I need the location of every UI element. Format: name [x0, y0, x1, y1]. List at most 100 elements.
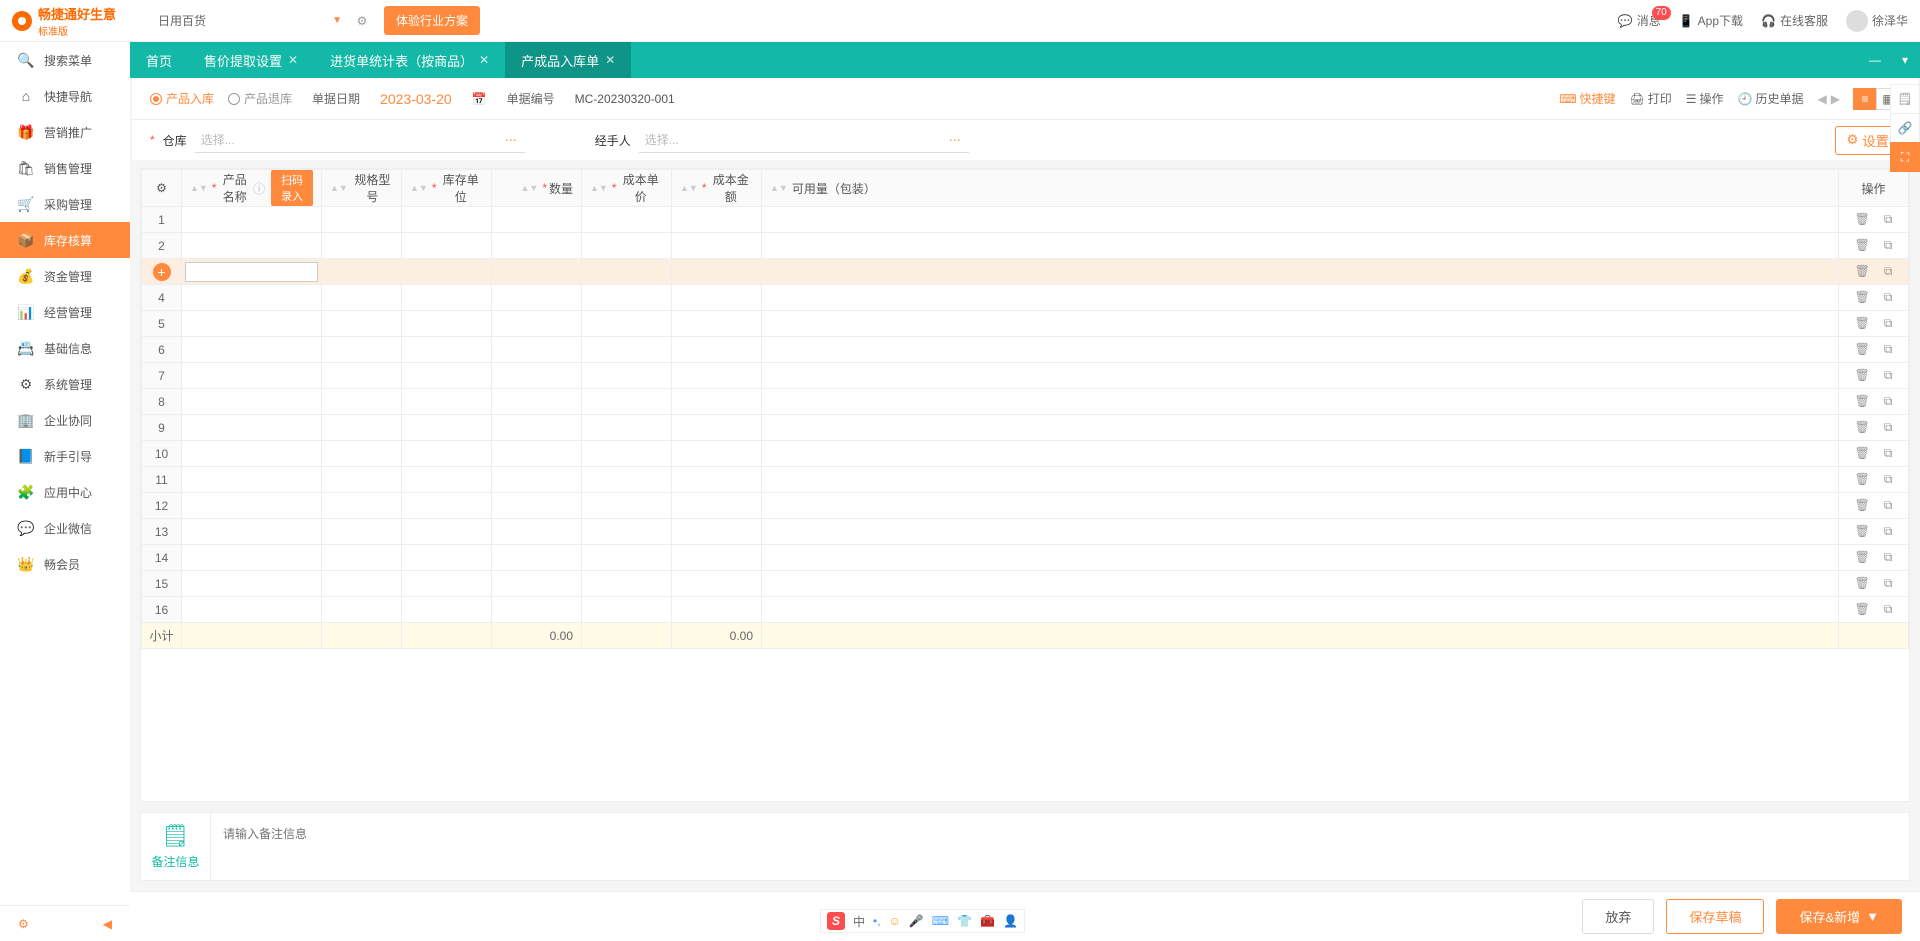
- close-icon[interactable]: ✕: [605, 53, 615, 67]
- col-unit[interactable]: ▲▼*库存单位: [402, 170, 492, 207]
- delete-icon[interactable]: 🗑: [1855, 290, 1870, 305]
- sort-icon[interactable]: ▲▼: [680, 186, 698, 191]
- view-list-button[interactable]: ≡: [1853, 88, 1877, 110]
- sidebar-item-9[interactable]: ⚙系统管理: [0, 366, 130, 402]
- rail-expand-button[interactable]: ⛶: [1890, 142, 1920, 172]
- prev-record-icon[interactable]: ◀: [1818, 92, 1827, 106]
- ime-punct-icon[interactable]: •,: [873, 914, 881, 928]
- sidebar-item-6[interactable]: 💰资金管理: [0, 258, 130, 294]
- col-qty[interactable]: ▲▼*数量: [492, 170, 582, 207]
- next-record-icon[interactable]: ▶: [1831, 92, 1840, 106]
- copy-icon[interactable]: ⧉: [1884, 238, 1893, 253]
- sort-icon[interactable]: ▲▼: [330, 186, 348, 191]
- delete-icon[interactable]: 🗑: [1855, 342, 1870, 357]
- delete-icon[interactable]: 🗑: [1855, 472, 1870, 487]
- category-settings-icon[interactable]: ⚙: [350, 9, 374, 33]
- close-icon[interactable]: ✕: [479, 53, 489, 67]
- sort-icon[interactable]: ▲▼: [190, 186, 208, 191]
- sidebar-item-4[interactable]: 🛒采购管理: [0, 186, 130, 222]
- table-row[interactable]: 14🗑⧉: [142, 545, 1909, 571]
- table-row[interactable]: 15🗑⧉: [142, 571, 1909, 597]
- print-link[interactable]: 🖨 打印: [1630, 90, 1672, 107]
- col-product[interactable]: ▲▼ *产品名称 ⓘ 扫码录入: [182, 170, 322, 207]
- sidebar-item-1[interactable]: ⌂快捷导航: [0, 78, 130, 114]
- table-row[interactable]: 10🗑⧉: [142, 441, 1909, 467]
- rail-link-button[interactable]: 🔗: [1890, 113, 1920, 143]
- col-avail[interactable]: ▲▼可用量（包装）: [762, 170, 1839, 207]
- copy-icon[interactable]: ⧉: [1884, 446, 1893, 461]
- table-row[interactable]: 6🗑⧉: [142, 337, 1909, 363]
- warehouse-select[interactable]: 选择... ⋯: [195, 127, 525, 153]
- table-row[interactable]: 1🗑⧉: [142, 207, 1909, 233]
- sidebar-item-2[interactable]: 🎁营销推广: [0, 114, 130, 150]
- sort-icon[interactable]: ▲▼: [520, 186, 538, 191]
- table-row[interactable]: 13🗑⧉: [142, 519, 1909, 545]
- download-link[interactable]: 📱 App下载: [1679, 12, 1743, 29]
- collapse-icon[interactable]: ◀: [103, 917, 112, 931]
- sort-icon[interactable]: ▲▼: [410, 186, 428, 191]
- sort-icon[interactable]: ▲▼: [590, 186, 608, 191]
- col-spec[interactable]: ▲▼规格型号: [322, 170, 402, 207]
- delete-icon[interactable]: 🗑: [1855, 264, 1870, 279]
- ime-lang[interactable]: 中: [853, 913, 865, 930]
- table-row[interactable]: 7🗑⧉: [142, 363, 1909, 389]
- table-row[interactable]: 16🗑⧉: [142, 597, 1909, 623]
- copy-icon[interactable]: ⧉: [1884, 420, 1893, 435]
- delete-icon[interactable]: 🗑: [1855, 238, 1870, 253]
- table-row[interactable]: 5🗑⧉: [142, 311, 1909, 337]
- history-link[interactable]: 🕘 历史单据: [1738, 90, 1804, 107]
- tab-minimize-button[interactable]: —: [1860, 42, 1890, 78]
- copy-icon[interactable]: ⧉: [1884, 212, 1893, 227]
- table-row[interactable]: 12🗑⧉: [142, 493, 1909, 519]
- sidebar-item-0[interactable]: 🔍搜索菜单: [0, 42, 130, 78]
- messages-link[interactable]: 💬 消息 70: [1618, 12, 1661, 29]
- tab-2[interactable]: 进货单统计表（按商品）✕: [314, 42, 505, 78]
- sidebar-item-10[interactable]: 🏢企业协同: [0, 402, 130, 438]
- more-icon[interactable]: ⋯: [505, 133, 519, 147]
- try-plan-button[interactable]: 体验行业方案: [384, 6, 480, 35]
- ime-emoji-icon[interactable]: ☺: [889, 914, 901, 928]
- tab-3[interactable]: 产成品入库单✕: [505, 42, 631, 78]
- ime-user-icon[interactable]: 👤: [1003, 914, 1018, 928]
- copy-icon[interactable]: ⧉: [1884, 524, 1893, 539]
- discard-button[interactable]: 放弃: [1582, 899, 1654, 934]
- settings-icon[interactable]: ⚙: [18, 917, 29, 931]
- product-input[interactable]: [185, 262, 317, 282]
- delete-icon[interactable]: 🗑: [1855, 446, 1870, 461]
- col-amount[interactable]: ▲▼*成本金额: [672, 170, 762, 207]
- copy-icon[interactable]: ⧉: [1884, 576, 1893, 591]
- delete-icon[interactable]: 🗑: [1855, 212, 1870, 227]
- ime-toolbox-icon[interactable]: 🧰: [980, 914, 995, 928]
- operate-link[interactable]: ☰ 操作: [1686, 90, 1724, 107]
- calendar-icon[interactable]: 📅: [472, 92, 487, 106]
- sidebar-item-13[interactable]: 💬企业微信: [0, 510, 130, 546]
- copy-icon[interactable]: ⧉: [1884, 290, 1893, 305]
- delete-icon[interactable]: 🗑: [1855, 420, 1870, 435]
- delete-icon[interactable]: 🗑: [1855, 602, 1870, 617]
- copy-icon[interactable]: ⧉: [1884, 368, 1893, 383]
- save-draft-button[interactable]: 保存草稿: [1666, 899, 1764, 934]
- copy-icon[interactable]: ⧉: [1884, 550, 1893, 565]
- copy-icon[interactable]: ⧉: [1884, 342, 1893, 357]
- ime-skin-icon[interactable]: 👕: [957, 914, 972, 928]
- remarks-tab[interactable]: 🗒 备注信息: [141, 813, 211, 880]
- add-row-button[interactable]: +: [153, 263, 171, 281]
- tab-1[interactable]: 售价提取设置✕: [188, 42, 314, 78]
- table-row[interactable]: 4🗑⧉: [142, 285, 1909, 311]
- delete-icon[interactable]: 🗑: [1855, 394, 1870, 409]
- table-row[interactable]: +🗑⧉: [142, 259, 1909, 285]
- rail-note-button[interactable]: 🗒: [1890, 84, 1920, 114]
- table-row[interactable]: 2🗑⧉: [142, 233, 1909, 259]
- handler-select[interactable]: 选择... ⋯: [639, 127, 969, 153]
- support-link[interactable]: 🎧 在线客服: [1761, 12, 1828, 29]
- close-icon[interactable]: ✕: [288, 53, 298, 67]
- date-value[interactable]: 2023-03-20: [380, 91, 452, 107]
- sidebar-item-14[interactable]: 👑畅会员: [0, 546, 130, 582]
- shortcut-link[interactable]: ⌨ 快捷键: [1559, 90, 1615, 107]
- col-settings[interactable]: ⚙: [142, 170, 182, 207]
- sidebar-item-8[interactable]: 📇基础信息: [0, 330, 130, 366]
- help-icon[interactable]: ⓘ: [253, 180, 265, 197]
- table-row[interactable]: 11🗑⧉: [142, 467, 1909, 493]
- copy-icon[interactable]: ⧉: [1884, 394, 1893, 409]
- remarks-input[interactable]: [211, 813, 1909, 880]
